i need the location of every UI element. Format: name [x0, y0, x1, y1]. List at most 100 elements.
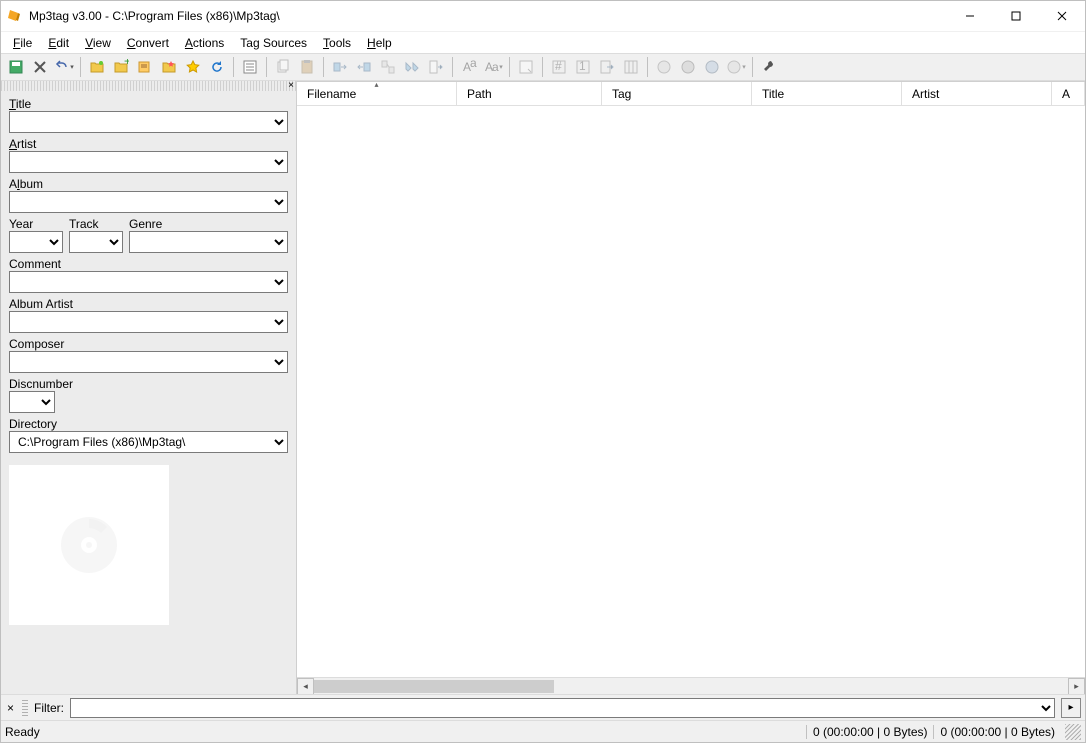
- list-body[interactable]: [297, 106, 1085, 677]
- directory-input[interactable]: C:\Program Files (x86)\Mp3tag\: [9, 431, 288, 453]
- actions-icon[interactable]: Aa: [458, 56, 480, 78]
- status-info-2: 0 (00:00:00 | 0 Bytes): [933, 725, 1061, 739]
- folder-open-icon[interactable]: [86, 56, 108, 78]
- column-album[interactable]: A: [1052, 82, 1085, 105]
- year-input[interactable]: [9, 231, 63, 253]
- favorite-folder-icon[interactable]: [158, 56, 180, 78]
- playlist-icon[interactable]: [134, 56, 156, 78]
- renumber-icon[interactable]: #: [548, 56, 570, 78]
- titlebar: Mp3tag v3.00 - C:\Program Files (x86)\Mp…: [1, 1, 1085, 31]
- scroll-left-icon[interactable]: ◂: [297, 678, 314, 695]
- quick-actions-icon[interactable]: Aa▾: [482, 56, 504, 78]
- album-input[interactable]: [9, 191, 288, 213]
- column-tag[interactable]: Tag: [602, 82, 752, 105]
- scroll-right-icon[interactable]: ▸: [1068, 678, 1085, 695]
- web-source-1-icon[interactable]: [653, 56, 675, 78]
- scroll-thumb[interactable]: [314, 680, 554, 693]
- panel-grip[interactable]: ×: [1, 81, 296, 91]
- filename-to-tag-icon[interactable]: [353, 56, 375, 78]
- filter-input[interactable]: [70, 698, 1055, 718]
- folder-add-icon[interactable]: +: [110, 56, 132, 78]
- column-artist[interactable]: Artist: [902, 82, 1052, 105]
- statusbar: Ready 0 (00:00:00 | 0 Bytes) 0 (00:00:00…: [1, 720, 1085, 742]
- status-info-1: 0 (00:00:00 | 0 Bytes): [806, 725, 934, 739]
- disc-icon: [57, 513, 121, 577]
- save-icon[interactable]: [5, 56, 27, 78]
- discnumber-label: Discnumber: [9, 377, 288, 391]
- artist-label: Artist: [9, 137, 288, 151]
- star-icon[interactable]: [182, 56, 204, 78]
- column-filename[interactable]: ▴ Filename: [297, 82, 457, 105]
- year-label: Year: [9, 217, 63, 231]
- svg-text:a: a: [470, 59, 477, 70]
- track-label: Track: [69, 217, 123, 231]
- text-file-to-tag-icon[interactable]: [425, 56, 447, 78]
- svg-text:#: #: [555, 59, 562, 73]
- menu-tools[interactable]: Tools: [315, 34, 359, 52]
- window-title: Mp3tag v3.00 - C:\Program Files (x86)\Mp…: [29, 9, 280, 23]
- album-label: Album: [9, 177, 288, 191]
- tag-to-tag-icon[interactable]: [401, 56, 423, 78]
- web-source-4-icon[interactable]: ▾: [725, 56, 747, 78]
- genre-label: Genre: [129, 217, 288, 231]
- track-input[interactable]: [69, 231, 123, 253]
- refresh-icon[interactable]: [206, 56, 228, 78]
- album-artist-input[interactable]: [9, 311, 288, 333]
- svg-text:1: 1: [579, 59, 586, 73]
- comment-label: Comment: [9, 257, 288, 271]
- toolbar: ▾ + Aa Aa▾ # 1 ▾: [1, 53, 1085, 81]
- filter-grip[interactable]: [22, 700, 28, 716]
- filter-close-icon[interactable]: ×: [5, 701, 16, 715]
- cover-art-box[interactable]: [9, 465, 169, 625]
- directory-label: Directory: [9, 417, 288, 431]
- app-icon: [7, 8, 23, 24]
- export-icon[interactable]: [596, 56, 618, 78]
- autonumber-icon[interactable]: 1: [572, 56, 594, 78]
- maximize-button[interactable]: [993, 1, 1039, 31]
- column-path[interactable]: Path: [457, 82, 602, 105]
- artist-input[interactable]: [9, 151, 288, 173]
- filter-apply-button[interactable]: ▸: [1061, 698, 1081, 718]
- delete-icon[interactable]: [29, 56, 51, 78]
- menu-help[interactable]: Help: [359, 34, 400, 52]
- status-ready: Ready: [5, 725, 40, 739]
- menu-tag-sources[interactable]: Tag Sources: [232, 34, 315, 52]
- svg-text:a: a: [492, 60, 499, 74]
- comment-input[interactable]: [9, 271, 288, 293]
- title-input[interactable]: [9, 111, 288, 133]
- menu-view[interactable]: View: [77, 34, 119, 52]
- horizontal-scrollbar[interactable]: ◂ ▸: [297, 677, 1085, 694]
- discnumber-input[interactable]: [9, 391, 55, 413]
- minimize-button[interactable]: [947, 1, 993, 31]
- tools-icon[interactable]: [758, 56, 780, 78]
- resize-grip-icon[interactable]: [1065, 724, 1081, 740]
- tag-to-filename-icon[interactable]: [329, 56, 351, 78]
- close-button[interactable]: [1039, 1, 1085, 31]
- filename-to-filename-icon[interactable]: [377, 56, 399, 78]
- extended-tags-icon[interactable]: [515, 56, 537, 78]
- composer-label: Composer: [9, 337, 288, 351]
- paste-icon[interactable]: [296, 56, 318, 78]
- columns-icon[interactable]: [620, 56, 642, 78]
- genre-input[interactable]: [129, 231, 288, 253]
- file-list: ▴ Filename Path Tag Title Artist A ◂ ▸: [297, 81, 1085, 694]
- web-source-3-icon[interactable]: [701, 56, 723, 78]
- menu-actions[interactable]: Actions: [177, 34, 232, 52]
- undo-icon[interactable]: ▾: [53, 56, 75, 78]
- web-source-2-icon[interactable]: [677, 56, 699, 78]
- filter-label: Filter:: [34, 701, 64, 715]
- sort-asc-icon: ▴: [374, 81, 378, 89]
- menu-edit[interactable]: Edit: [40, 34, 77, 52]
- select-all-icon[interactable]: [239, 56, 261, 78]
- album-artist-label: Album Artist: [9, 297, 288, 311]
- column-title[interactable]: Title: [752, 82, 902, 105]
- panel-close-icon[interactable]: ×: [288, 81, 294, 91]
- list-header: ▴ Filename Path Tag Title Artist A: [297, 82, 1085, 106]
- menu-file[interactable]: File: [5, 34, 40, 52]
- title-label: Title: [9, 97, 288, 111]
- composer-input[interactable]: [9, 351, 288, 373]
- copy-icon[interactable]: [272, 56, 294, 78]
- svg-text:+: +: [124, 59, 129, 68]
- menu-convert[interactable]: Convert: [119, 34, 177, 52]
- menubar: File Edit View Convert Actions Tag Sourc…: [1, 31, 1085, 53]
